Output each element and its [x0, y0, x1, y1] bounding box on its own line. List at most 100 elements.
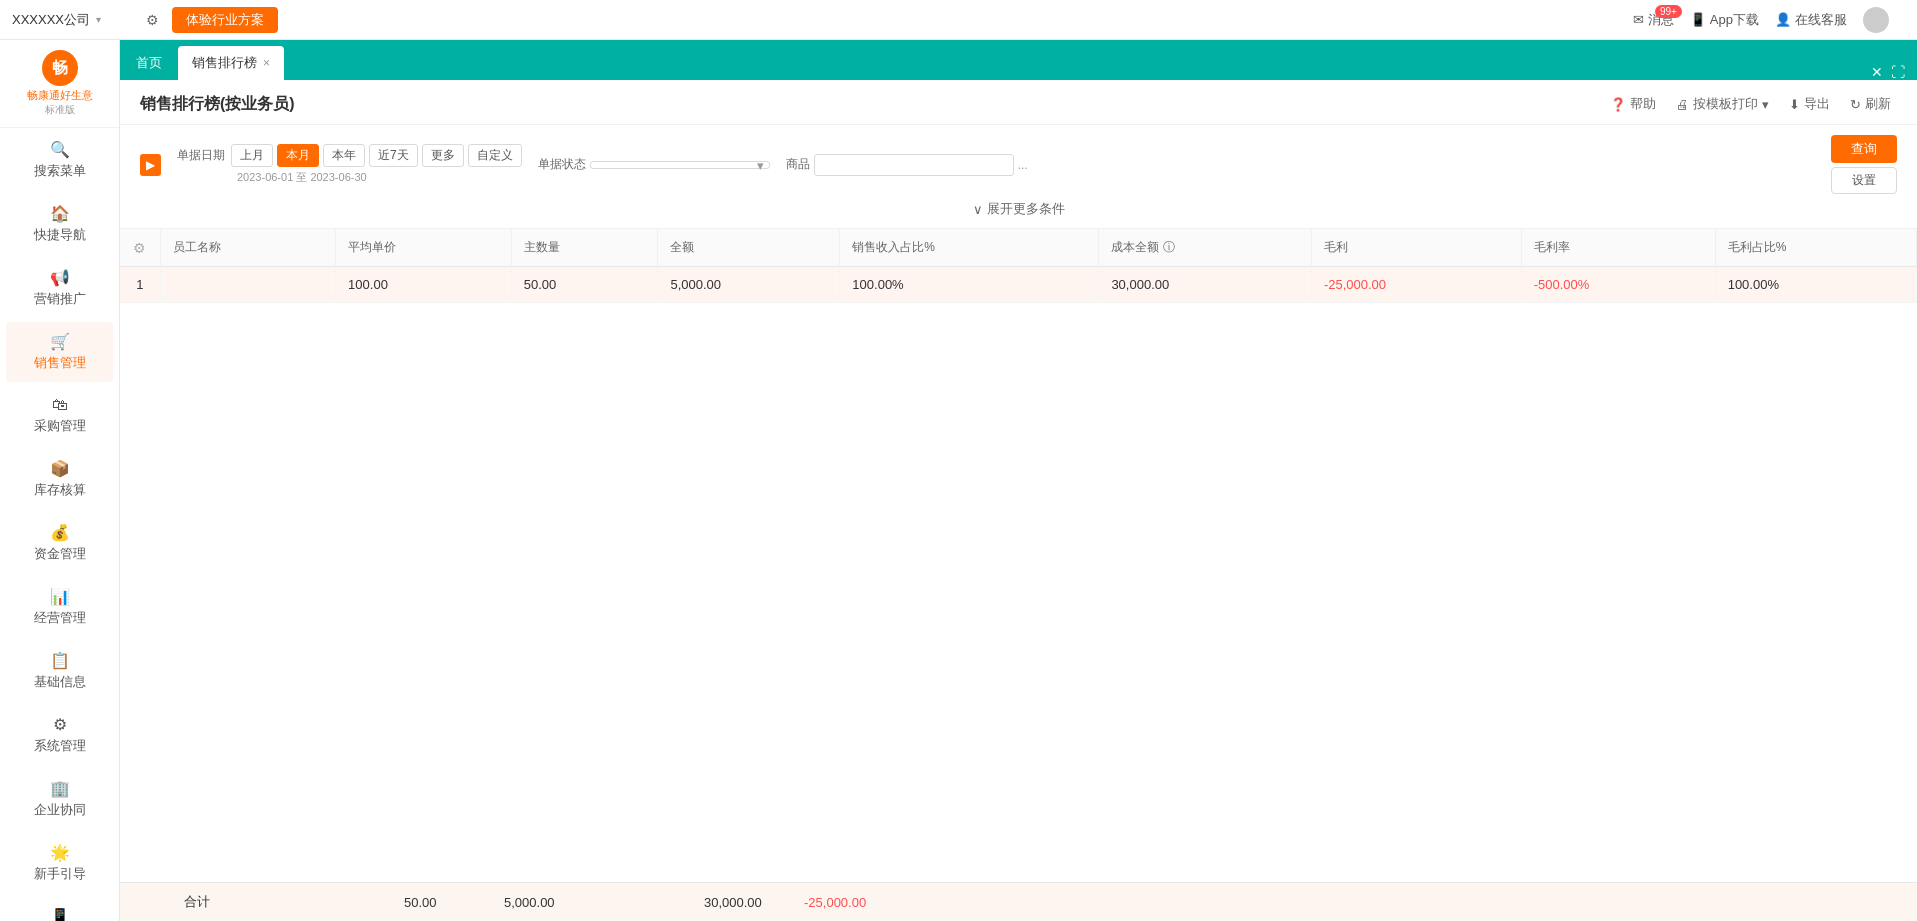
footer-cells: 合计 50.00 5,000.00 30,000.00 -25,000.00: [132, 893, 1905, 911]
inventory-icon: 📦: [50, 459, 70, 478]
help-button[interactable]: ❓ 帮助: [1604, 92, 1662, 116]
cell-quantity: 50.00: [511, 267, 658, 303]
top-bar: XXXXXX公司 ▾ ⚙ 体验行业方案 ✉ 消息 99+ 📱 App下载 👤 在…: [0, 0, 1917, 40]
app-label: App下载: [1710, 11, 1759, 29]
filter-area: ▶ 单据日期 上月 本月 本年 近7天 更多 自定义: [120, 125, 1917, 229]
search-icon: 🔍: [50, 140, 70, 159]
print-button[interactable]: 🖨 按模板打印 ▾: [1670, 92, 1775, 116]
custom-date-button[interactable]: 自定义: [468, 144, 522, 167]
sidebar: 畅 畅康通好生意 标准版 🔍 搜索菜单 🏠 快捷导航 📢 营销推广 🛒 销售管理…: [0, 40, 120, 921]
sidebar-item-inventory[interactable]: 📦 库存核算: [6, 449, 113, 509]
page-title: 销售排行榜(按业务员): [140, 94, 295, 115]
sidebar-label-guide: 新手引导: [34, 865, 86, 883]
column-settings-icon[interactable]: ⚙: [133, 240, 146, 256]
sidebar-item-guide[interactable]: 🌟 新手引导: [6, 833, 113, 893]
date-range-display: 2023-06-01 至 2023-06-30: [237, 171, 367, 183]
company-selector[interactable]: XXXXXX公司 ▾: [12, 11, 132, 29]
expand-conditions-button[interactable]: ∨ 展开更多条件: [973, 200, 1065, 218]
last-month-button[interactable]: 上月: [231, 144, 273, 167]
sidebar-label-basic: 基础信息: [34, 673, 86, 691]
logo-icon: 畅: [42, 50, 78, 86]
sidebar-item-operations[interactable]: 📊 经营管理: [6, 577, 113, 637]
service-label: 在线客服: [1795, 11, 1847, 29]
footer-label: 合计: [172, 893, 292, 911]
status-select-wrapper: [590, 161, 770, 169]
sidebar-label-shortcut: 快捷导航: [34, 226, 86, 244]
sidebar-item-apps[interactable]: 📱 应用中心: [6, 897, 113, 921]
tab-bar-right: ✕ ⛶: [1859, 64, 1917, 80]
sidebar-item-finance[interactable]: 💰 资金管理: [6, 513, 113, 573]
tab-home[interactable]: 首页: [120, 46, 178, 80]
sidebar-label-inventory: 库存核算: [34, 481, 86, 499]
page-content: 销售排行榜(按业务员) ❓ 帮助 🖨 按模板打印 ▾ ⬇ 导出: [120, 80, 1917, 921]
purchase-icon: 🛍: [52, 396, 68, 414]
message-button[interactable]: ✉ 消息 99+: [1633, 11, 1674, 29]
app-download-button[interactable]: 📱 App下载: [1690, 11, 1759, 29]
export-icon: ⬇: [1789, 97, 1800, 112]
cell-employee: [160, 267, 336, 303]
try-industry-button[interactable]: 体验行业方案: [172, 7, 278, 33]
avatar[interactable]: [1863, 7, 1889, 33]
sidebar-item-system[interactable]: ⚙ 系统管理: [6, 705, 113, 765]
goods-input[interactable]: [814, 154, 1014, 176]
date-buttons: 上月 本月 本年 近7天 更多 自定义: [231, 144, 522, 167]
settings-icon[interactable]: ⚙: [140, 8, 164, 32]
marketing-icon: 📢: [50, 268, 70, 287]
sidebar-label-system: 系统管理: [34, 737, 86, 755]
filter-toggle-button[interactable]: ▶: [140, 154, 161, 176]
col-salespct-header: 销售收入占比%: [840, 229, 1099, 267]
col-quantity-header: 主数量: [511, 229, 658, 267]
maximize-button[interactable]: ⛶: [1891, 64, 1905, 80]
sidebar-item-enterprise[interactable]: 🏢 企业协同: [6, 769, 113, 829]
refresh-label: 刷新: [1865, 95, 1891, 113]
current-year-button[interactable]: 本年: [323, 144, 365, 167]
cell-profitpct: 100.00%: [1715, 267, 1916, 303]
cell-profit: -25,000.00: [1311, 267, 1521, 303]
table-header-row: ⚙ 员工名称 平均单价 主数量 全额 销售收入占比% 成本全额 ⓘ 毛利 毛利率…: [120, 229, 1917, 267]
col-cost-header: 成本全额 ⓘ: [1099, 229, 1312, 267]
page-actions: ❓ 帮助 🖨 按模板打印 ▾ ⬇ 导出 ↻ 刷新: [1604, 92, 1897, 116]
settings-button[interactable]: 设置: [1831, 167, 1897, 194]
tab-label: 销售排行榜: [192, 54, 257, 72]
goods-filter: 商品 ...: [786, 154, 1028, 176]
query-button[interactable]: 查询: [1831, 135, 1897, 163]
refresh-button[interactable]: ↻ 刷新: [1844, 92, 1897, 116]
cell-amount: 5,000.00: [658, 267, 840, 303]
more-date-button[interactable]: 更多: [422, 144, 464, 167]
close-window-button[interactable]: ✕: [1871, 64, 1883, 80]
sidebar-label-enterprise: 企业协同: [34, 801, 86, 819]
sidebar-item-shortcut[interactable]: 🏠 快捷导航: [6, 194, 113, 254]
goods-more-icon[interactable]: ...: [1018, 158, 1028, 172]
system-icon: ⚙: [53, 715, 67, 734]
current-month-button[interactable]: 本月: [277, 144, 319, 167]
sidebar-item-sales[interactable]: 🛒 销售管理: [6, 322, 113, 382]
tab-close-button[interactable]: ×: [263, 56, 270, 70]
page-header: 销售排行榜(按业务员) ❓ 帮助 🖨 按模板打印 ▾ ⬇ 导出: [120, 80, 1917, 125]
status-label: 单据状态: [538, 156, 586, 173]
online-service-button[interactable]: 👤 在线客服: [1775, 11, 1847, 29]
filter-row: ▶ 单据日期 上月 本月 本年 近7天 更多 自定义: [140, 135, 1897, 194]
export-button[interactable]: ⬇ 导出: [1783, 92, 1836, 116]
phone-icon: 📱: [1690, 12, 1706, 27]
sidebar-item-basic[interactable]: 📋 基础信息: [6, 641, 113, 701]
basic-icon: 📋: [50, 651, 70, 670]
status-filter: 单据状态: [538, 156, 770, 173]
operations-icon: 📊: [50, 587, 70, 606]
sidebar-label-finance: 资金管理: [34, 545, 86, 563]
col-margin-header: 毛利率: [1521, 229, 1715, 267]
table-row: 1100.0050.005,000.00100.00%30,000.00-25,…: [120, 267, 1917, 303]
sidebar-item-marketing[interactable]: 📢 营销推广: [6, 258, 113, 318]
sidebar-label-marketing: 营销推广: [34, 290, 86, 308]
message-icon: ✉: [1633, 12, 1644, 27]
sidebar-item-purchase[interactable]: 🛍 采购管理: [6, 386, 113, 445]
tab-sales-ranking[interactable]: 销售排行榜 ×: [178, 46, 284, 80]
sales-table: ⚙ 员工名称 平均单价 主数量 全额 销售收入占比% 成本全额 ⓘ 毛利 毛利率…: [120, 229, 1917, 303]
cell-margin: -500.00%: [1521, 267, 1715, 303]
col-employee-header: 员工名称: [160, 229, 336, 267]
sidebar-item-search[interactable]: 🔍 搜索菜单: [6, 130, 113, 190]
cell-salespct: 100.00%: [840, 267, 1099, 303]
status-select[interactable]: [590, 161, 770, 169]
date-label: 单据日期: [177, 147, 225, 164]
last7days-button[interactable]: 近7天: [369, 144, 418, 167]
goods-label: 商品: [786, 156, 810, 173]
